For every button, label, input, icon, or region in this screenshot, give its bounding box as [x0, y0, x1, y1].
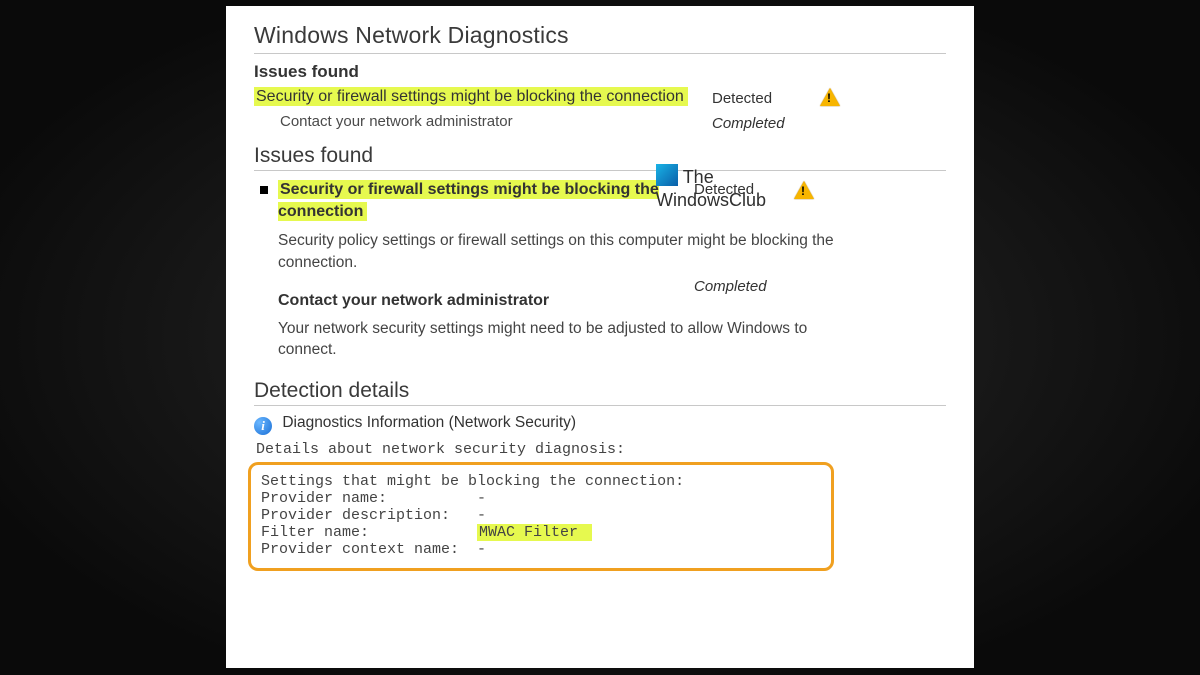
- issue-subtext-1: Contact your network administrator: [280, 113, 513, 130]
- diagnostics-panel: Windows Network Diagnostics Issues found…: [226, 6, 974, 668]
- sub-issue-body: Your network security settings might nee…: [278, 318, 868, 361]
- provider-name-row: Provider name: -: [261, 490, 821, 507]
- details-intro: Details about network security diagnosis…: [256, 441, 946, 458]
- issue-substatus-1: Completed: [712, 113, 802, 132]
- diagnostics-info-line: i Diagnostics Information (Network Secur…: [254, 414, 946, 435]
- issue-row-2: Security or firewall settings might be b…: [254, 179, 946, 222]
- filter-name-row: Filter name: MWAC Filter: [261, 524, 821, 541]
- divider: [254, 170, 946, 171]
- issue-title-2: Security or firewall settings might be b…: [278, 180, 659, 221]
- sub-issue-status: Completed: [694, 278, 767, 310]
- issues-found-heading-2: Issues found: [254, 144, 946, 168]
- details-box-title: Settings that might be blocking the conn…: [261, 473, 821, 490]
- issue-status-2: Detected: [694, 179, 784, 198]
- detection-details-heading: Detection details: [254, 379, 946, 403]
- issue-row-1: Security or firewall settings might be b…: [254, 88, 946, 111]
- page-title: Windows Network Diagnostics: [254, 22, 946, 49]
- sub-issue-title: Contact your network administrator: [278, 292, 694, 310]
- divider: [254, 53, 946, 54]
- issue-text-1: Security or firewall settings might be b…: [254, 87, 688, 106]
- issue-status-1: Detected: [712, 88, 802, 107]
- details-box: Settings that might be blocking the conn…: [248, 462, 834, 571]
- issue-body-2: Security policy settings or firewall set…: [278, 230, 868, 273]
- provider-desc-row: Provider description: -: [261, 507, 821, 524]
- bullet-icon: [260, 186, 268, 194]
- warning-icon: [820, 88, 840, 106]
- issues-found-heading-1: Issues found: [254, 62, 946, 82]
- provider-context-row: Provider context name: -: [261, 541, 821, 558]
- info-icon: i: [254, 417, 272, 435]
- issue-subrow-1: Contact your network administrator Compl…: [254, 113, 946, 132]
- divider: [254, 405, 946, 406]
- filter-name-value: MWAC Filter: [477, 524, 592, 541]
- warning-icon: [794, 181, 814, 199]
